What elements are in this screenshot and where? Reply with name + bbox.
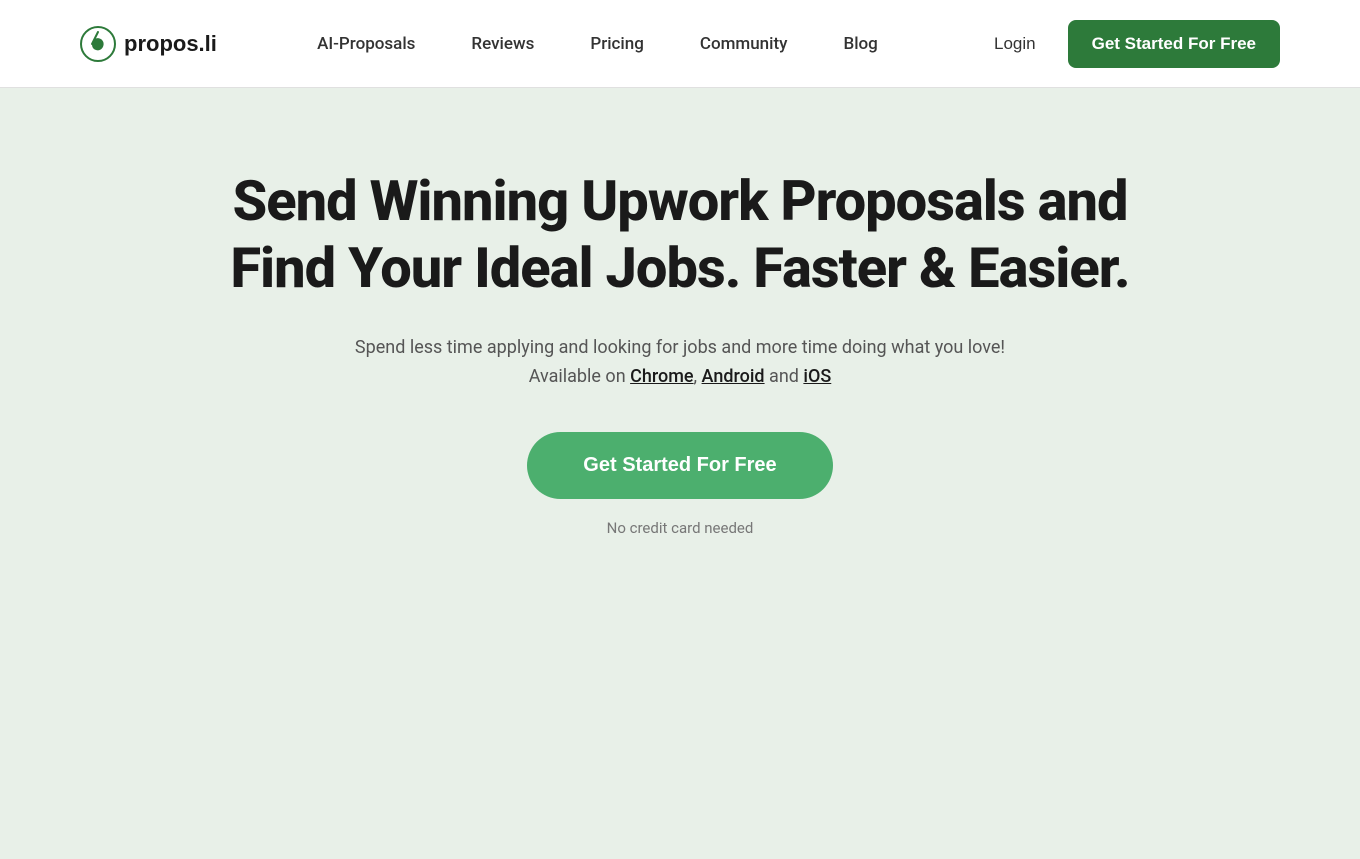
nav-blog[interactable]: Blog [815, 26, 905, 62]
hero-subtitle: Spend less time applying and looking for… [330, 334, 1030, 392]
nav-ai-proposals[interactable]: AI-Proposals [289, 26, 443, 62]
nav-cta-button[interactable]: Get Started For Free [1068, 20, 1280, 68]
nav-links: AI-Proposals Reviews Pricing Community B… [289, 26, 906, 62]
nav-community[interactable]: Community [672, 26, 816, 62]
ios-link[interactable]: iOS [803, 366, 831, 387]
hero-subtitle-and: and [765, 366, 804, 387]
no-credit-text: No credit card needed [607, 519, 754, 537]
navbar: propos.li AI-Proposals Reviews Pricing C… [0, 0, 1360, 88]
hero-section: Send Winning Upwork Proposals and Find Y… [0, 88, 1360, 597]
nav-right: Login Get Started For Free [978, 20, 1280, 68]
hero-cta-button[interactable]: Get Started For Free [527, 432, 832, 499]
logo-icon [80, 26, 116, 62]
chrome-link[interactable]: Chrome [630, 366, 693, 387]
login-button[interactable]: Login [978, 26, 1052, 62]
nav-reviews[interactable]: Reviews [443, 26, 562, 62]
nav-pricing[interactable]: Pricing [562, 26, 672, 62]
hero-title: Send Winning Upwork Proposals and Find Y… [230, 168, 1130, 302]
hero-subtitle-comma: , [694, 366, 698, 387]
logo-link[interactable]: propos.li [80, 26, 217, 62]
android-link[interactable]: Android [702, 366, 765, 387]
brand-name: propos.li [124, 31, 217, 57]
